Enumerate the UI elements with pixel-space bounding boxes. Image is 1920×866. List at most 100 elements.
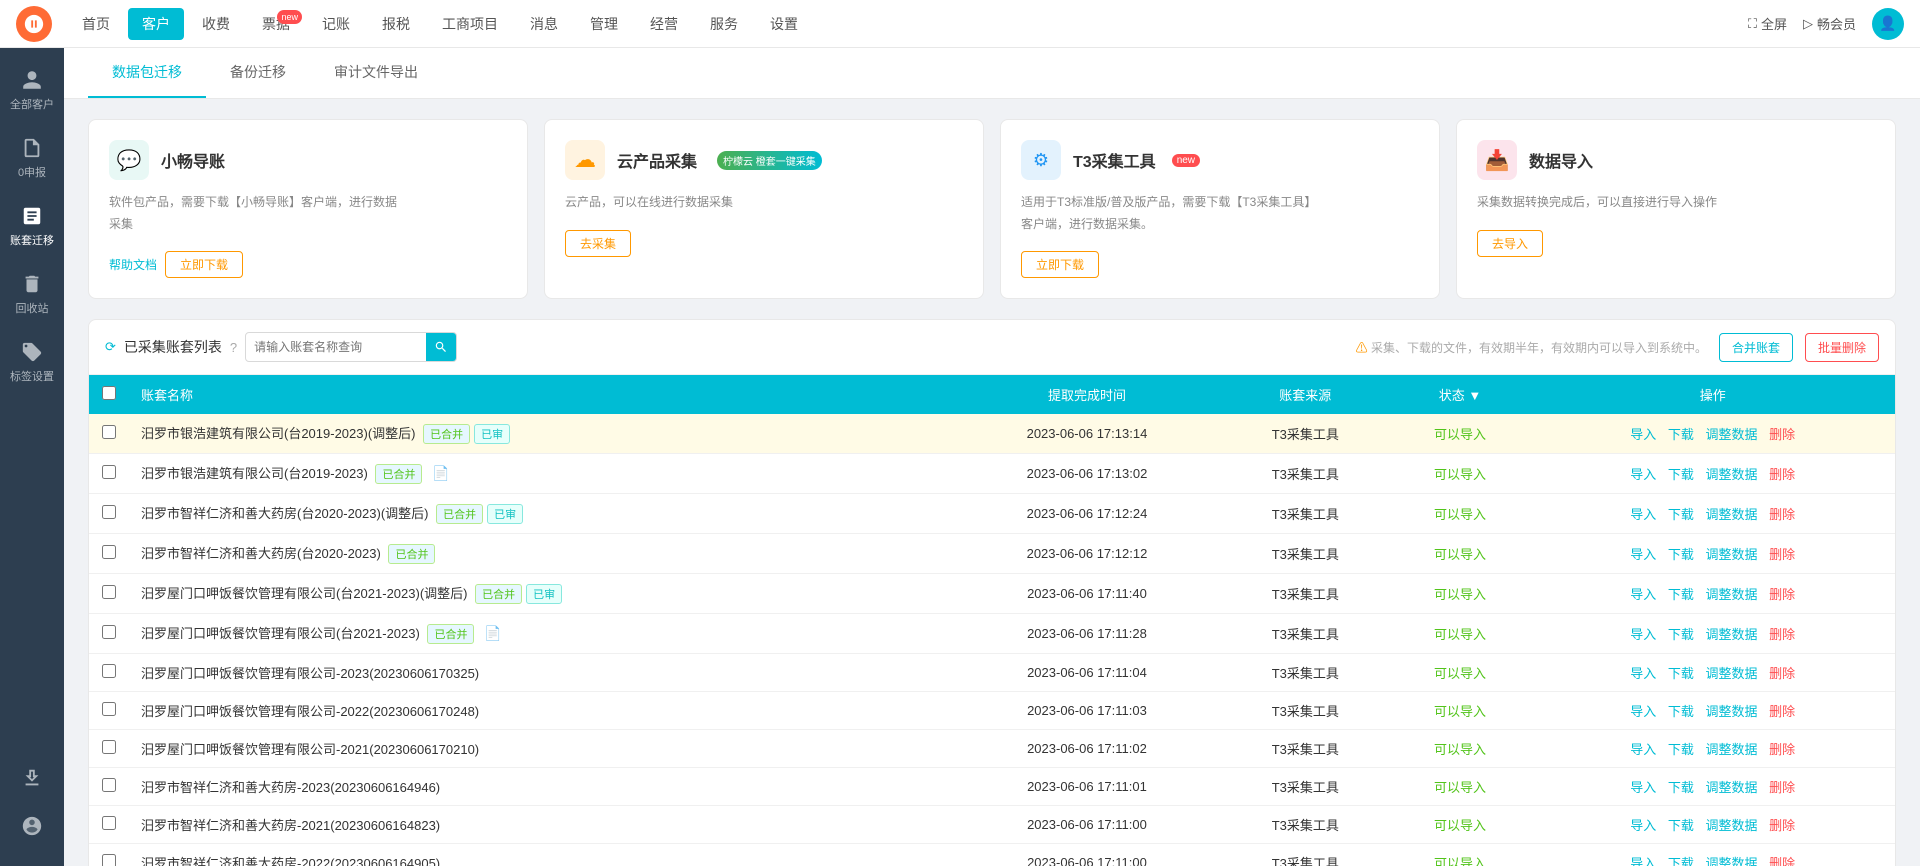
nav-billing[interactable]: 收费 — [188, 8, 244, 40]
action-download[interactable]: 下载 — [1668, 587, 1694, 602]
cloud-collect-btn[interactable]: 去采集 — [565, 230, 631, 257]
xiaochang-download-btn[interactable]: 立即下载 — [165, 251, 243, 278]
action-import[interactable]: 导入 — [1630, 507, 1656, 522]
sidebar-item-all-clients[interactable]: 全部客户 — [0, 56, 64, 124]
row-checkbox[interactable] — [102, 465, 116, 479]
nav-tax[interactable]: 报税 — [368, 8, 424, 40]
row-checkbox-cell[interactable] — [89, 844, 129, 866]
action-delete[interactable]: 删除 — [1769, 507, 1795, 522]
action-download[interactable]: 下载 — [1668, 666, 1694, 681]
row-checkbox-cell[interactable] — [89, 494, 129, 534]
row-checkbox-cell[interactable] — [89, 414, 129, 454]
row-checkbox[interactable] — [102, 740, 116, 754]
action-delete[interactable]: 删除 — [1769, 467, 1795, 482]
action-delete[interactable]: 删除 — [1769, 704, 1795, 719]
tab-backup-migration[interactable]: 备份迁移 — [206, 48, 310, 98]
nav-invoice[interactable]: 票据 new — [248, 8, 304, 40]
action-import[interactable]: 导入 — [1630, 818, 1656, 833]
action-import[interactable]: 导入 — [1630, 427, 1656, 442]
action-delete[interactable]: 删除 — [1769, 780, 1795, 795]
row-checkbox[interactable] — [102, 702, 116, 716]
sidebar-item-account-migrate[interactable]: 账套迁移 — [0, 192, 64, 260]
row-checkbox-cell[interactable] — [89, 654, 129, 692]
nav-customer[interactable]: 客户 — [128, 8, 184, 40]
row-checkbox-cell[interactable] — [89, 614, 129, 654]
row-checkbox-cell[interactable] — [89, 730, 129, 768]
action-adjust[interactable]: 调整数据 — [1706, 742, 1758, 757]
file-icon[interactable]: 📄 — [432, 465, 449, 481]
action-delete[interactable]: 删除 — [1769, 742, 1795, 757]
search-button[interactable] — [426, 333, 456, 361]
file-icon[interactable]: 📄 — [484, 625, 501, 641]
import-go-btn[interactable]: 去导入 — [1477, 230, 1543, 257]
nav-message[interactable]: 消息 — [516, 8, 572, 40]
action-download[interactable]: 下载 — [1668, 780, 1694, 795]
action-adjust[interactable]: 调整数据 — [1706, 467, 1758, 482]
action-import[interactable]: 导入 — [1630, 547, 1656, 562]
action-import[interactable]: 导入 — [1630, 467, 1656, 482]
action-import[interactable]: 导入 — [1630, 780, 1656, 795]
action-import[interactable]: 导入 — [1630, 856, 1656, 866]
help-icon[interactable]: ? — [230, 340, 237, 355]
sidebar-item-zero-declare[interactable]: 0申报 — [0, 124, 64, 192]
action-delete[interactable]: 删除 — [1769, 547, 1795, 562]
action-adjust[interactable]: 调整数据 — [1706, 704, 1758, 719]
tab-audit-export[interactable]: 审计文件导出 — [310, 48, 442, 98]
row-checkbox-cell[interactable] — [89, 574, 129, 614]
row-checkbox[interactable] — [102, 625, 116, 639]
nav-settings[interactable]: 设置 — [756, 8, 812, 40]
action-delete[interactable]: 删除 — [1769, 627, 1795, 642]
row-checkbox-cell[interactable] — [89, 692, 129, 730]
row-checkbox-cell[interactable] — [89, 534, 129, 574]
action-download[interactable]: 下载 — [1668, 427, 1694, 442]
action-download[interactable]: 下载 — [1668, 818, 1694, 833]
member-btn[interactable]: ▷ 畅会员 — [1803, 14, 1856, 33]
header-status[interactable]: 状态 ▼ — [1390, 375, 1531, 414]
nav-service[interactable]: 服务 — [696, 8, 752, 40]
row-checkbox[interactable] — [102, 816, 116, 830]
row-checkbox[interactable] — [102, 505, 116, 519]
action-adjust[interactable]: 调整数据 — [1706, 666, 1758, 681]
nav-accounting[interactable]: 记账 — [308, 8, 364, 40]
sidebar-item-download[interactable] — [0, 754, 64, 802]
action-import[interactable]: 导入 — [1630, 627, 1656, 642]
row-checkbox-cell[interactable] — [89, 768, 129, 806]
sidebar-item-tag-settings[interactable]: 标签设置 — [0, 328, 64, 396]
action-adjust[interactable]: 调整数据 — [1706, 856, 1758, 866]
row-checkbox[interactable] — [102, 778, 116, 792]
action-delete[interactable]: 删除 — [1769, 587, 1795, 602]
action-import[interactable]: 导入 — [1630, 587, 1656, 602]
nav-industrial[interactable]: 工商项目 — [428, 8, 512, 40]
action-adjust[interactable]: 调整数据 — [1706, 507, 1758, 522]
action-download[interactable]: 下载 — [1668, 742, 1694, 757]
row-checkbox-cell[interactable] — [89, 454, 129, 494]
row-checkbox[interactable] — [102, 585, 116, 599]
user-avatar[interactable]: 👤 — [1872, 8, 1904, 40]
action-download[interactable]: 下载 — [1668, 704, 1694, 719]
action-import[interactable]: 导入 — [1630, 666, 1656, 681]
row-checkbox[interactable] — [102, 425, 116, 439]
search-input[interactable] — [246, 340, 426, 354]
nav-operations[interactable]: 经营 — [636, 8, 692, 40]
action-delete[interactable]: 删除 — [1769, 856, 1795, 866]
header-checkbox[interactable] — [89, 375, 129, 414]
row-checkbox-cell[interactable] — [89, 806, 129, 844]
fullscreen-btn[interactable]: ⛶ 全屏 — [1748, 14, 1787, 33]
action-delete[interactable]: 删除 — [1769, 427, 1795, 442]
refresh-btn[interactable]: ⟳ — [105, 339, 116, 355]
row-checkbox[interactable] — [102, 664, 116, 678]
action-download[interactable]: 下载 — [1668, 856, 1694, 866]
merge-accounts-btn[interactable]: 合并账套 — [1719, 333, 1793, 362]
action-download[interactable]: 下载 — [1668, 507, 1694, 522]
select-all-checkbox[interactable] — [102, 386, 116, 400]
row-checkbox[interactable] — [102, 545, 116, 559]
action-import[interactable]: 导入 — [1630, 704, 1656, 719]
xiaochang-help-link[interactable]: 帮助文档 — [109, 256, 157, 273]
sidebar-item-recycle[interactable]: 回收站 — [0, 260, 64, 328]
action-download[interactable]: 下载 — [1668, 627, 1694, 642]
batch-delete-btn[interactable]: 批量删除 — [1805, 333, 1879, 362]
action-adjust[interactable]: 调整数据 — [1706, 547, 1758, 562]
action-download[interactable]: 下载 — [1668, 467, 1694, 482]
sidebar-item-user-settings[interactable] — [0, 802, 64, 850]
action-adjust[interactable]: 调整数据 — [1706, 780, 1758, 795]
